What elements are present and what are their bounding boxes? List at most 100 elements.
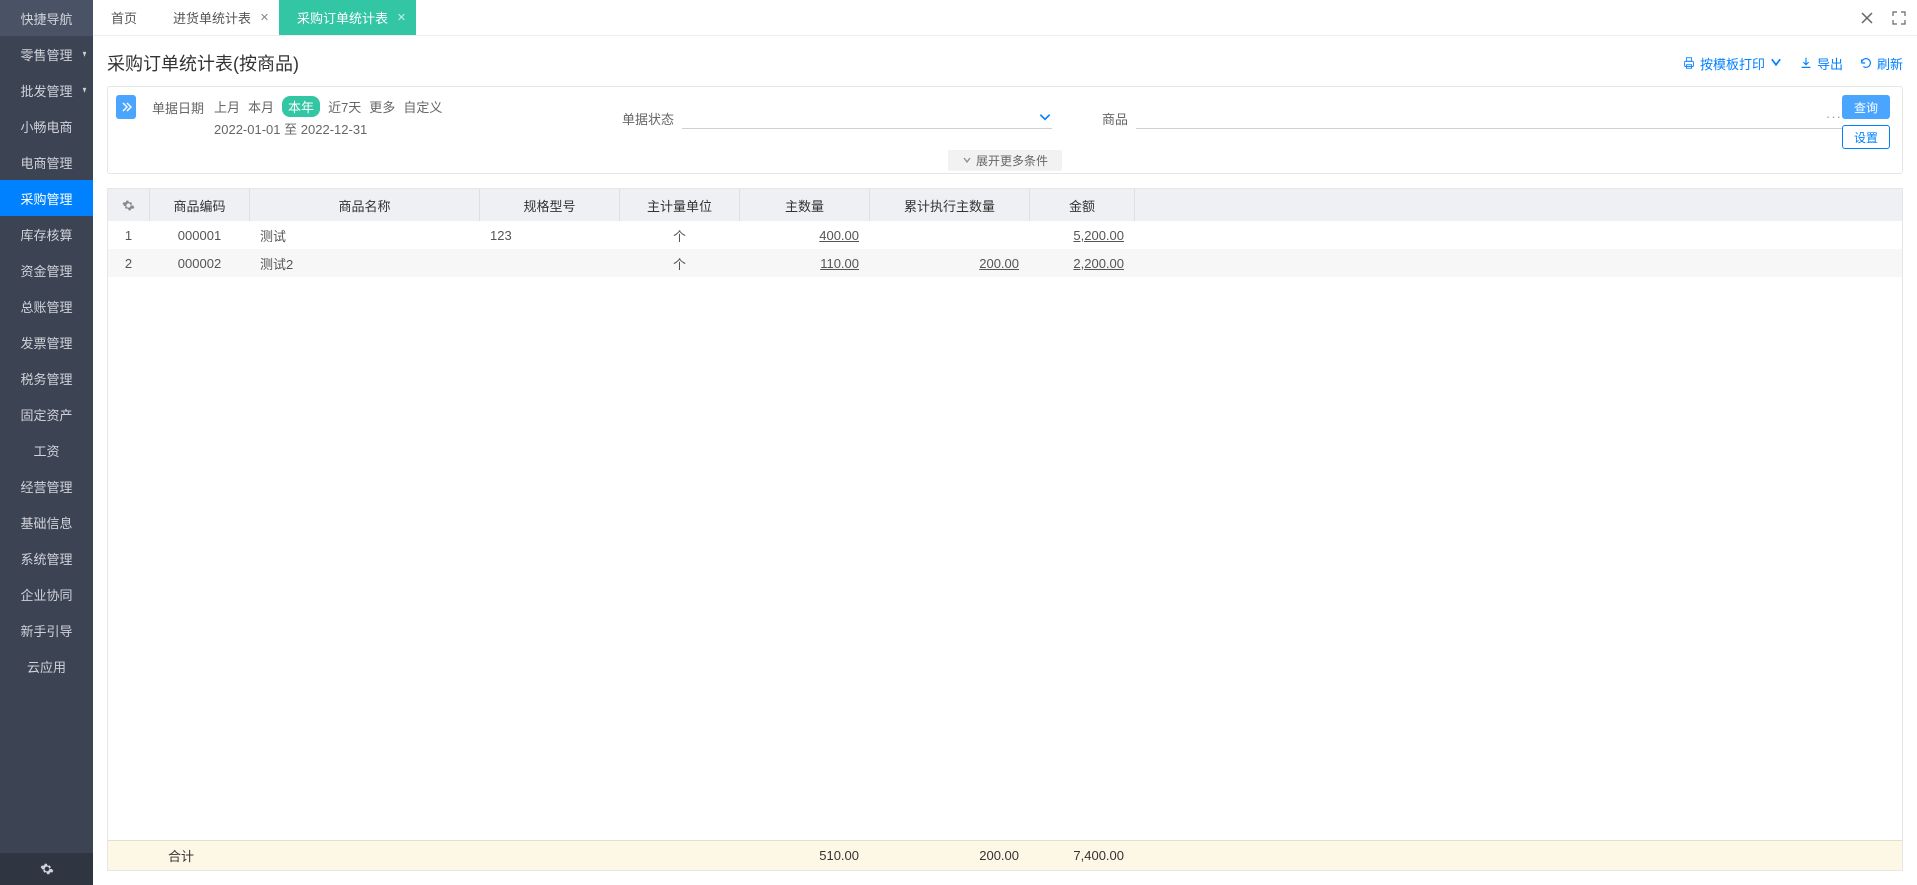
sidebar-item-14[interactable]: 基础信息: [0, 504, 93, 540]
column-settings[interactable]: [108, 189, 150, 221]
cell-text: 2: [125, 256, 132, 271]
status-label: 单据状态: [622, 107, 674, 128]
date-to: 2022-12-31: [301, 122, 368, 137]
sidebar-item-3[interactable]: 小畅电商: [0, 108, 93, 144]
close-icon[interactable]: ✕: [260, 11, 269, 24]
footer-qty: 510.00: [819, 848, 859, 863]
th-code[interactable]: 商品编码: [150, 189, 250, 221]
sidebar-label: 批发管理: [20, 81, 72, 100]
tab-label: 进货单统计表: [173, 8, 251, 27]
th-spec[interactable]: 规格型号: [480, 189, 620, 221]
export-button[interactable]: 导出: [1799, 54, 1843, 73]
refresh-icon: [1859, 56, 1873, 70]
sidebar-label: 总账管理: [20, 297, 72, 316]
table-body: 1000001测试123个400.005,200.002000002测试2个11…: [108, 221, 1902, 840]
collapse-filter-handle[interactable]: [116, 95, 136, 119]
sidebar-item-9[interactable]: 发票管理: [0, 324, 93, 360]
sidebar-label: 固定资产: [20, 405, 72, 424]
th-qty[interactable]: 主数量: [740, 189, 870, 221]
sidebar-settings[interactable]: [0, 853, 93, 885]
sidebar-item-10[interactable]: 税务管理: [0, 360, 93, 396]
cell-text: 个: [673, 254, 686, 273]
date-label: 单据日期: [152, 96, 204, 117]
cell-text: 测试2: [260, 254, 293, 273]
dq-last7[interactable]: 近7天: [328, 97, 361, 116]
dq-more[interactable]: 更多: [369, 97, 395, 116]
print-button[interactable]: 按模板打印: [1682, 54, 1783, 73]
fullscreen-icon: [1892, 11, 1906, 25]
cell-filler: [1135, 221, 1902, 249]
sidebar-label: 税务管理: [20, 369, 72, 388]
footer-amount: 7,400.00: [1073, 848, 1124, 863]
sidebar-item-12[interactable]: 工资: [0, 432, 93, 468]
table-row[interactable]: 1000001测试123个400.005,200.00: [108, 221, 1902, 249]
status-select[interactable]: [682, 105, 1052, 129]
more-icon: ···: [1826, 109, 1842, 124]
th-name[interactable]: 商品名称: [250, 189, 480, 221]
sidebar-item-1[interactable]: 零售管理▾: [0, 36, 93, 72]
sidebar-label: 系统管理: [20, 549, 72, 568]
dq-this-month[interactable]: 本月: [248, 97, 274, 116]
sidebar-item-4[interactable]: 电商管理: [0, 144, 93, 180]
footer-label: 合计: [150, 841, 250, 870]
sidebar-label: 云应用: [27, 657, 66, 676]
cell-text: 000001: [178, 228, 221, 243]
sidebar-item-6[interactable]: 库存核算: [0, 216, 93, 252]
table-row[interactable]: 2000002测试2个110.00200.002,200.00: [108, 249, 1902, 277]
sidebar-item-15[interactable]: 系统管理: [0, 540, 93, 576]
th-unit[interactable]: 主计量单位: [620, 189, 740, 221]
sidebar: 快捷导航零售管理▾批发管理▾ 小畅电商电商管理采购管理库存核算资金管理总账管理发票…: [0, 0, 93, 885]
sidebar-label: 资金管理: [20, 261, 72, 280]
gear-icon: [40, 862, 54, 876]
table-cell: 000001: [150, 221, 250, 249]
close-all-tabs[interactable]: [1855, 6, 1879, 30]
table-cell: 110.00: [740, 249, 870, 277]
sidebar-item-16[interactable]: 企业协同: [0, 576, 93, 612]
date-from: 2022-01-01: [214, 122, 281, 137]
product-input[interactable]: ···: [1136, 105, 1842, 129]
th-exec-qty[interactable]: 累计执行主数量: [870, 189, 1030, 221]
close-icon[interactable]: ✕: [397, 11, 406, 24]
sidebar-item-11[interactable]: 固定资产: [0, 396, 93, 432]
sidebar-label: 快捷导航: [20, 9, 72, 28]
table-area: 商品编码 商品名称 规格型号 主计量单位 主数量 累计执行主数量 金额 1000…: [107, 188, 1903, 871]
dq-custom[interactable]: 自定义: [403, 97, 442, 116]
sidebar-item-2[interactable]: 批发管理▾: [0, 72, 93, 108]
sidebar-item-7[interactable]: 资金管理: [0, 252, 93, 288]
tab-2[interactable]: 采购订单统计表✕: [279, 0, 416, 35]
sidebar-item-17[interactable]: 新手引导: [0, 612, 93, 648]
search-button[interactable]: 查询: [1842, 95, 1890, 119]
date-range[interactable]: 2022-01-01 至 2022-12-31: [214, 119, 442, 138]
sidebar-item-13[interactable]: 经营管理: [0, 468, 93, 504]
sidebar-item-0[interactable]: 快捷导航: [0, 0, 93, 36]
table-header: 商品编码 商品名称 规格型号 主计量单位 主数量 累计执行主数量 金额: [108, 189, 1902, 221]
cell-text: 测试: [260, 226, 286, 245]
sidebar-label: 电商管理: [20, 153, 72, 172]
chevron-down-icon: [1038, 110, 1052, 124]
sidebar-item-5[interactable]: 采购管理: [0, 180, 93, 216]
settings-button[interactable]: 设置: [1842, 125, 1890, 149]
dq-last-month[interactable]: 上月: [214, 97, 240, 116]
cell-text: 个: [673, 226, 686, 245]
sidebar-item-8[interactable]: 总账管理: [0, 288, 93, 324]
printer-icon: [1682, 56, 1696, 70]
drill-link[interactable]: 2,200.00: [1073, 256, 1124, 271]
refresh-button[interactable]: 刷新: [1859, 54, 1903, 73]
tab-1[interactable]: 进货单统计表 ✕: [155, 0, 279, 35]
drill-link[interactable]: 110.00: [820, 256, 859, 271]
expand-conditions[interactable]: 展开更多条件: [948, 150, 1062, 171]
fullscreen-button[interactable]: [1887, 6, 1911, 30]
close-icon: [1861, 12, 1873, 24]
export-label: 导出: [1817, 54, 1843, 73]
th-amount[interactable]: 金额: [1030, 189, 1135, 221]
sidebar-item-18[interactable]: 云应用: [0, 648, 93, 684]
sidebar-label: 发票管理: [20, 333, 72, 352]
sidebar-label: 基础信息: [20, 513, 72, 532]
drill-link[interactable]: 400.00: [819, 228, 859, 243]
sidebar-label: 小畅电商: [20, 117, 72, 136]
drill-link[interactable]: 200.00: [979, 256, 1019, 271]
drill-link[interactable]: 5,200.00: [1073, 228, 1124, 243]
chevron-down-icon: [1769, 55, 1783, 72]
tab-0[interactable]: 首页: [93, 0, 155, 35]
dq-this-year[interactable]: 本年: [282, 96, 320, 117]
